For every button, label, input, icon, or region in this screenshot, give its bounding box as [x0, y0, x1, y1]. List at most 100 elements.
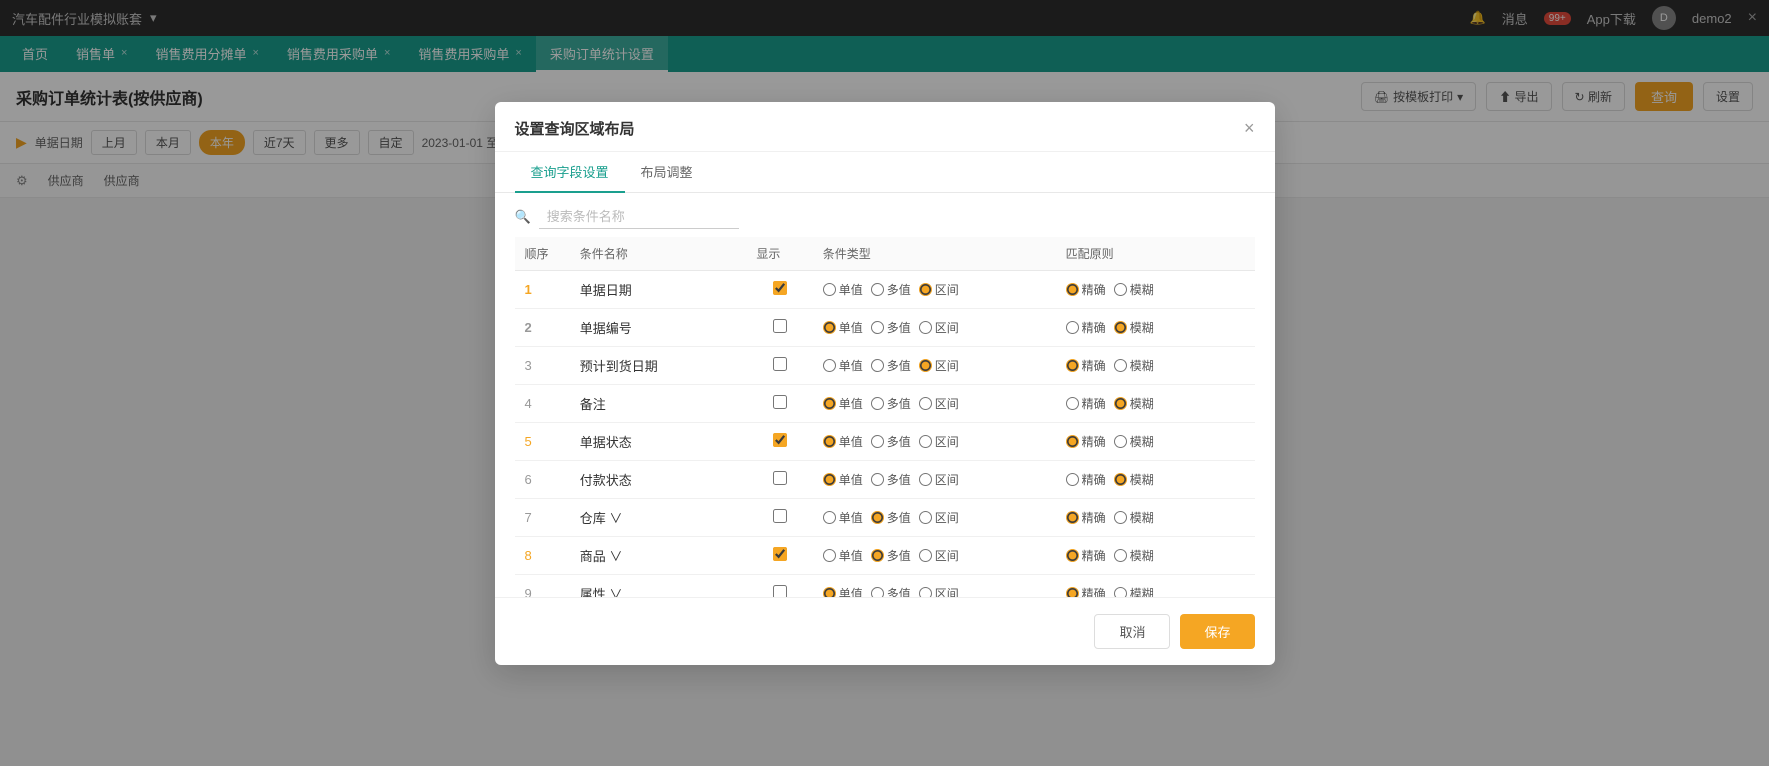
show-checkbox[interactable] — [773, 585, 787, 597]
modal-table: 顺序 条件名称 显示 条件类型 匹配原则 1单据日期单值多值区间精确模糊2单据编… — [495, 237, 1275, 597]
row-type[interactable]: 单值多值区间 — [813, 422, 1056, 460]
match-radio-精确[interactable]: 精确 — [1066, 395, 1106, 412]
row-show[interactable] — [746, 384, 812, 422]
row-match[interactable]: 精确模糊 — [1056, 346, 1255, 384]
type-radio-区间[interactable]: 区间 — [919, 509, 959, 526]
row-order: 5 — [515, 422, 570, 460]
show-checkbox[interactable] — [773, 281, 787, 295]
row-name: 属性 ∨ — [570, 574, 747, 597]
match-radio-精确[interactable]: 精确 — [1066, 281, 1106, 298]
row-show[interactable] — [746, 308, 812, 346]
col-header-match: 匹配原则 — [1056, 237, 1255, 271]
type-radio-单值[interactable]: 单值 — [823, 319, 863, 336]
type-radio-多值[interactable]: 多值 — [871, 585, 911, 597]
type-radio-多值[interactable]: 多值 — [871, 281, 911, 298]
row-show[interactable] — [746, 498, 812, 536]
type-radio-多值[interactable]: 多值 — [871, 395, 911, 412]
row-show[interactable] — [746, 270, 812, 308]
table-row: 6付款状态单值多值区间精确模糊 — [515, 460, 1255, 498]
show-checkbox[interactable] — [773, 319, 787, 333]
row-match[interactable]: 精确模糊 — [1056, 498, 1255, 536]
type-radio-区间[interactable]: 区间 — [919, 547, 959, 564]
type-radio-多值[interactable]: 多值 — [871, 319, 911, 336]
search-input[interactable] — [539, 205, 739, 229]
row-match[interactable]: 精确模糊 — [1056, 384, 1255, 422]
type-radio-多值[interactable]: 多值 — [871, 509, 911, 526]
row-type[interactable]: 单值多值区间 — [813, 384, 1056, 422]
type-radio-单值[interactable]: 单值 — [823, 509, 863, 526]
row-show[interactable] — [746, 422, 812, 460]
modal-footer: 取消 保存 — [495, 597, 1275, 665]
col-header-show: 显示 — [746, 237, 812, 271]
row-type[interactable]: 单值多值区间 — [813, 346, 1056, 384]
match-radio-模糊[interactable]: 模糊 — [1114, 509, 1154, 526]
row-type[interactable]: 单值多值区间 — [813, 536, 1056, 574]
type-radio-单值[interactable]: 单值 — [823, 281, 863, 298]
row-match[interactable]: 精确模糊 — [1056, 536, 1255, 574]
type-radio-单值[interactable]: 单值 — [823, 357, 863, 374]
row-type[interactable]: 单值多值区间 — [813, 460, 1056, 498]
show-checkbox[interactable] — [773, 433, 787, 447]
show-checkbox[interactable] — [773, 395, 787, 409]
row-show[interactable] — [746, 460, 812, 498]
type-radio-单值[interactable]: 单值 — [823, 547, 863, 564]
row-match[interactable]: 精确模糊 — [1056, 422, 1255, 460]
type-radio-区间[interactable]: 区间 — [919, 585, 959, 597]
match-radio-精确[interactable]: 精确 — [1066, 547, 1106, 564]
row-type[interactable]: 单值多值区间 — [813, 574, 1056, 597]
row-order: 3 — [515, 346, 570, 384]
show-checkbox[interactable] — [773, 471, 787, 485]
match-radio-模糊[interactable]: 模糊 — [1114, 319, 1154, 336]
save-button[interactable]: 保存 — [1180, 614, 1254, 649]
match-radio-模糊[interactable]: 模糊 — [1114, 471, 1154, 488]
row-show[interactable] — [746, 346, 812, 384]
type-radio-区间[interactable]: 区间 — [919, 471, 959, 488]
match-radio-精确[interactable]: 精确 — [1066, 509, 1106, 526]
type-radio-多值[interactable]: 多值 — [871, 357, 911, 374]
row-order: 2 — [515, 308, 570, 346]
type-radio-单值[interactable]: 单值 — [823, 585, 863, 597]
match-radio-模糊[interactable]: 模糊 — [1114, 357, 1154, 374]
show-checkbox[interactable] — [773, 509, 787, 523]
row-match[interactable]: 精确模糊 — [1056, 460, 1255, 498]
row-order: 7 — [515, 498, 570, 536]
type-radio-区间[interactable]: 区间 — [919, 319, 959, 336]
match-radio-模糊[interactable]: 模糊 — [1114, 585, 1154, 597]
match-radio-精确[interactable]: 精确 — [1066, 433, 1106, 450]
show-checkbox[interactable] — [773, 357, 787, 371]
row-match[interactable]: 精确模糊 — [1056, 270, 1255, 308]
type-radio-多值[interactable]: 多值 — [871, 433, 911, 450]
type-radio-区间[interactable]: 区间 — [919, 395, 959, 412]
type-radio-单值[interactable]: 单值 — [823, 471, 863, 488]
type-radio-多值[interactable]: 多值 — [871, 471, 911, 488]
modal-close-button[interactable]: × — [1244, 119, 1255, 137]
modal-search-area: 🔍 — [495, 193, 1275, 237]
match-radio-精确[interactable]: 精确 — [1066, 585, 1106, 597]
type-radio-区间[interactable]: 区间 — [919, 281, 959, 298]
show-checkbox[interactable] — [773, 547, 787, 561]
type-radio-多值[interactable]: 多值 — [871, 547, 911, 564]
row-match[interactable]: 精确模糊 — [1056, 308, 1255, 346]
type-radio-单值[interactable]: 单值 — [823, 395, 863, 412]
row-show[interactable] — [746, 574, 812, 597]
modal-tab-layout[interactable]: 布局调整 — [625, 152, 709, 193]
match-radio-模糊[interactable]: 模糊 — [1114, 395, 1154, 412]
match-radio-精确[interactable]: 精确 — [1066, 357, 1106, 374]
type-radio-区间[interactable]: 区间 — [919, 433, 959, 450]
type-radio-单值[interactable]: 单值 — [823, 433, 863, 450]
row-type[interactable]: 单值多值区间 — [813, 498, 1056, 536]
row-type[interactable]: 单值多值区间 — [813, 308, 1056, 346]
row-type[interactable]: 单值多值区间 — [813, 270, 1056, 308]
match-radio-模糊[interactable]: 模糊 — [1114, 547, 1154, 564]
row-match[interactable]: 精确模糊 — [1056, 574, 1255, 597]
cancel-button[interactable]: 取消 — [1094, 614, 1170, 649]
modal-tab-query-fields[interactable]: 查询字段设置 — [515, 152, 625, 193]
match-radio-精确[interactable]: 精确 — [1066, 319, 1106, 336]
match-radio-精确[interactable]: 精确 — [1066, 471, 1106, 488]
match-radio-模糊[interactable]: 模糊 — [1114, 281, 1154, 298]
type-radio-区间[interactable]: 区间 — [919, 357, 959, 374]
row-show[interactable] — [746, 536, 812, 574]
row-order: 6 — [515, 460, 570, 498]
match-radio-模糊[interactable]: 模糊 — [1114, 433, 1154, 450]
row-name: 仓库 ∨ — [570, 498, 747, 536]
